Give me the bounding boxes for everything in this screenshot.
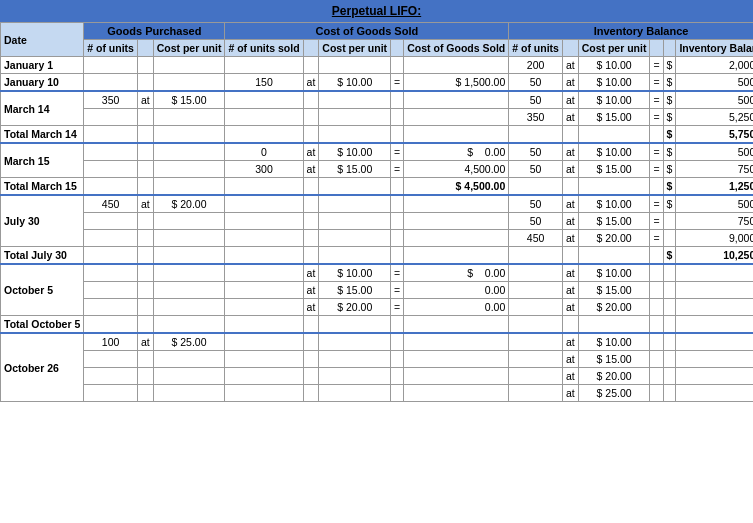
header-goods-purchased: Goods Purchased bbox=[84, 23, 225, 40]
header-date: Date bbox=[1, 23, 84, 57]
table-row: at $ 20.00 = 0.00 at $ 20.00 bbox=[1, 299, 754, 316]
table-row: 350 at $ 15.00 = $ 5,250.00 bbox=[1, 109, 754, 126]
table-row: January 1 200 at $ 10.00 = $ 2,000.00 bbox=[1, 57, 754, 74]
table-row: at $ 25.00 bbox=[1, 385, 754, 402]
header-inv-eq bbox=[650, 40, 663, 57]
total-row: Total March 15 $ 4,500.00 $ 1,250.00 bbox=[1, 178, 754, 196]
total-row: Total March 14 $ 5,750.00 bbox=[1, 126, 754, 144]
perpetual-lifo-table: Date Goods Purchased Cost of Goods Sold … bbox=[0, 22, 753, 402]
table-row: March 14 350 at $ 15.00 50 at $ 10.00 = … bbox=[1, 91, 754, 109]
header-inv-dollar bbox=[663, 40, 676, 57]
header-cost-per-unit: Cost per unit bbox=[153, 40, 225, 57]
table-row: July 30 450 at $ 20.00 50 at $ 10.00 = $… bbox=[1, 195, 754, 213]
table-row: January 10 150 at $ 10.00 = $ 1,500.00 5… bbox=[1, 74, 754, 92]
header-inv-bal: Inventory Balance bbox=[676, 40, 753, 57]
main-title: Perpetual LIFO: bbox=[0, 0, 753, 22]
header-inv-at bbox=[562, 40, 578, 57]
total-row: Total July 30 $ 10,250.00 bbox=[1, 247, 754, 265]
table-row: at $ 15.00 = 0.00 at $ 15.00 bbox=[1, 282, 754, 299]
table-row: 300 at $ 15.00 = 4,500.00 50 at $ 15.00 … bbox=[1, 161, 754, 178]
table-row: October 26 100 at $ 25.00 at $ 10.00 bbox=[1, 333, 754, 351]
header-cost-per-unit-sold: Cost per unit bbox=[319, 40, 391, 57]
header-cogs-col: Cost of Goods Sold bbox=[404, 40, 509, 57]
header-inv-balance: Inventory Balance bbox=[509, 23, 753, 40]
header-at2 bbox=[303, 40, 319, 57]
header-units-sold: # of units sold bbox=[225, 40, 303, 57]
header-eq1 bbox=[391, 40, 404, 57]
header-inv-units: # of units bbox=[509, 40, 563, 57]
header-inv-cost: Cost per unit bbox=[578, 40, 650, 57]
header-num-units: # of units bbox=[84, 40, 138, 57]
total-row: Total October 5 bbox=[1, 316, 754, 334]
table-row: at $ 20.00 bbox=[1, 368, 754, 385]
table-row: 450 at $ 20.00 = 9,000.00 bbox=[1, 230, 754, 247]
table-row: March 15 0 at $ 10.00 = $ 0.00 50 at $ 1… bbox=[1, 143, 754, 161]
table-row: October 5 at $ 10.00 = $ 0.00 at $ 10.00 bbox=[1, 264, 754, 282]
table-row: 50 at $ 15.00 = 750.00 bbox=[1, 213, 754, 230]
header-cogs: Cost of Goods Sold bbox=[225, 23, 509, 40]
header-at1 bbox=[137, 40, 153, 57]
table-row: at $ 15.00 bbox=[1, 351, 754, 368]
